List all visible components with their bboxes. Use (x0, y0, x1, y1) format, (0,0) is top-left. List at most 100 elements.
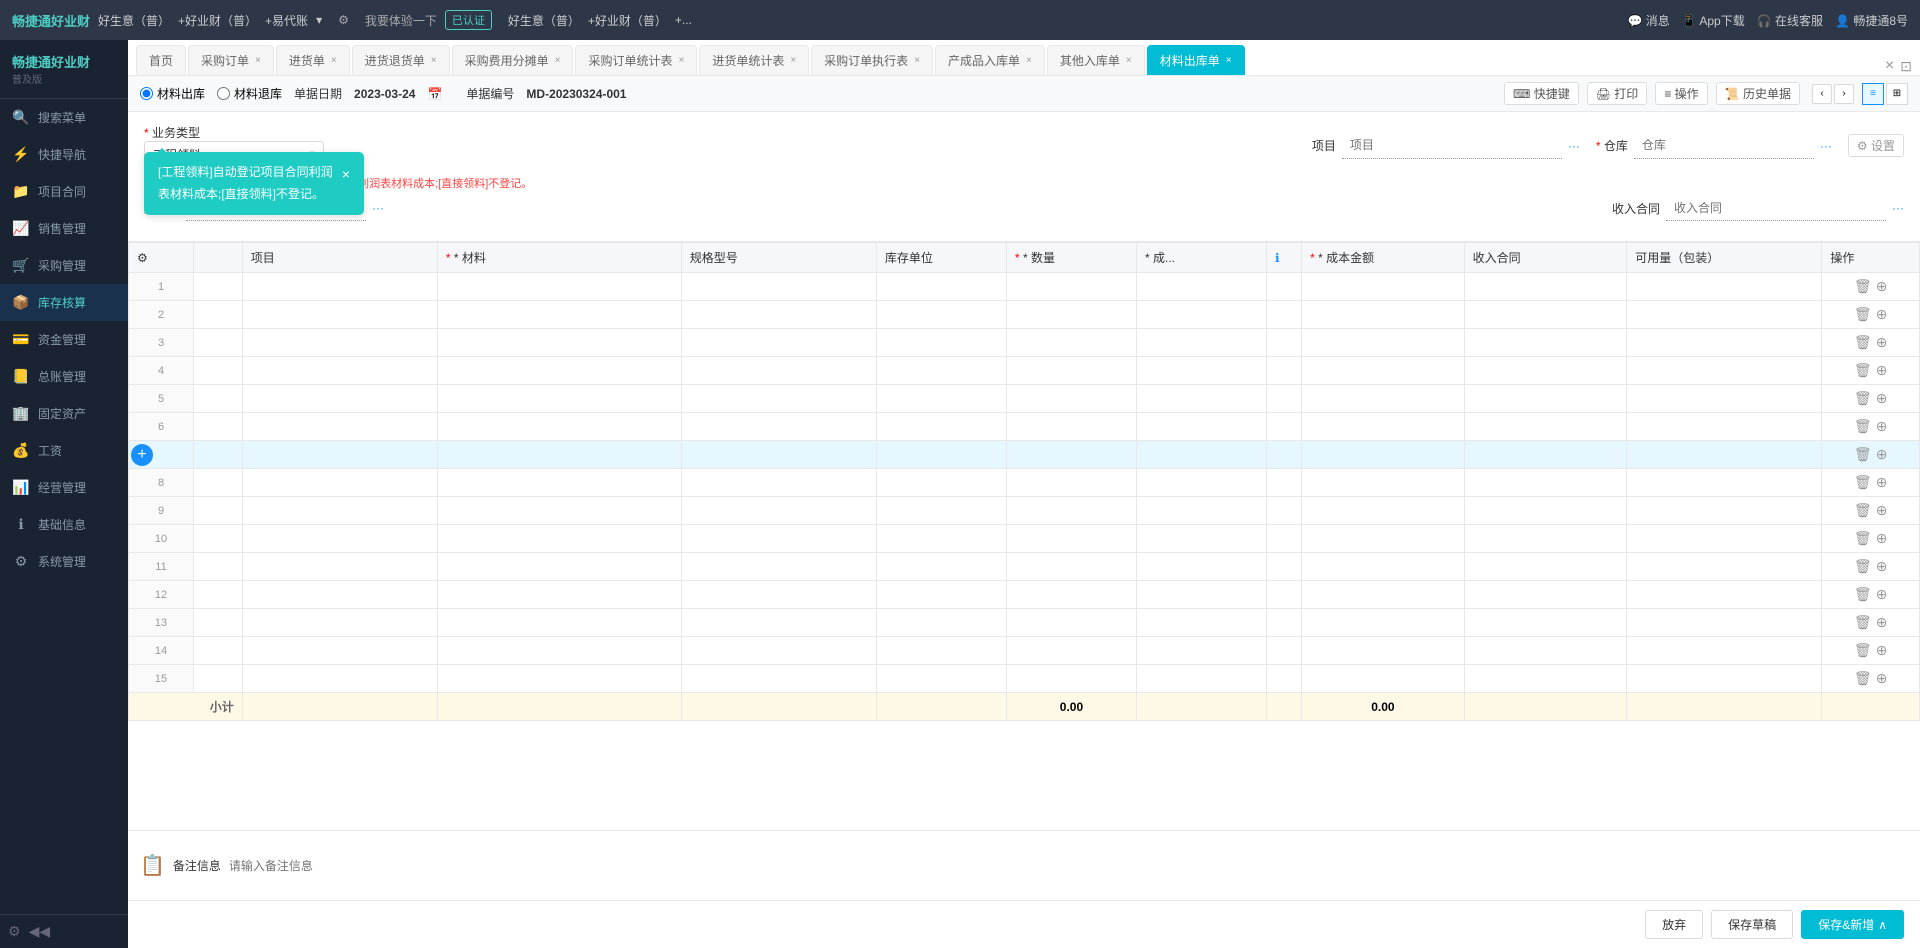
tab-product-in[interactable]: 产成品入库单 × (935, 45, 1045, 75)
project-cell[interactable] (242, 665, 437, 693)
copy-row-btn[interactable]: ⊕ (1876, 558, 1888, 575)
tab-close-other-in[interactable]: × (1126, 55, 1132, 66)
delete-row-btn[interactable]: 🗑 (1854, 670, 1872, 687)
cost-cell[interactable] (1136, 413, 1266, 441)
sidebar-settings-btn[interactable]: ⚙ (8, 923, 21, 940)
tab-purchase-order[interactable]: 采购订单 × (188, 45, 274, 75)
project-cell[interactable] (242, 637, 437, 665)
available-cell[interactable] (1627, 385, 1822, 413)
contract-cell-active[interactable] (1464, 441, 1627, 469)
operations-btn[interactable]: ≡ 操作 (1655, 82, 1707, 105)
tab-close-purchase-order[interactable]: × (255, 55, 261, 66)
costamt-cell[interactable] (1302, 413, 1465, 441)
delete-row-btn[interactable]: 🗑 (1854, 642, 1872, 659)
sidebar-item-search[interactable]: 🔍 搜索菜单 (0, 99, 128, 136)
abandon-btn[interactable]: 放弃 (1645, 910, 1703, 939)
spec-cell-active[interactable] (681, 441, 876, 469)
tab-purchase-expense[interactable]: 采购费用分摊单 × (452, 45, 574, 75)
sidebar-collapse-btn[interactable]: ◀◀ (29, 923, 51, 940)
tab-close-purchase-exec[interactable]: × (914, 55, 920, 66)
tab-close-material-out[interactable]: × (1226, 55, 1232, 66)
project-cell[interactable] (242, 497, 437, 525)
online-service-btn[interactable]: 🎧 在线客服 (1757, 12, 1823, 29)
delete-row-btn[interactable]: 🗑 (1854, 474, 1872, 491)
unit-cell-active[interactable] (876, 441, 1006, 469)
save-draft-btn[interactable]: 保存草稿 (1711, 910, 1793, 939)
project-cell-active[interactable] (242, 441, 437, 469)
note-input[interactable] (229, 859, 1908, 873)
income-contract-input[interactable] (1666, 195, 1886, 221)
tab-incoming-stat[interactable]: 进货单统计表 × (699, 45, 809, 75)
close-window-btn[interactable]: × (1885, 57, 1894, 75)
project-cell[interactable] (242, 329, 437, 357)
project-more-btn[interactable]: ··· (1568, 139, 1580, 153)
project-cell-input[interactable] (243, 441, 437, 468)
save-new-btn[interactable]: 保存&新增 ∧ (1801, 910, 1904, 939)
tab-close-purchase-stat[interactable]: × (678, 55, 684, 66)
copy-row-btn[interactable]: ⊕ (1876, 334, 1888, 351)
sidebar-item-payroll[interactable]: 💰 工资 (0, 432, 128, 469)
window-control-btn[interactable]: ⊡ (1900, 58, 1912, 75)
tab-home[interactable]: 首页 (136, 45, 186, 75)
material-cell[interactable] (437, 525, 681, 553)
add-row-btn[interactable]: + (131, 444, 153, 466)
delete-row-btn[interactable]: 🗑 (1854, 418, 1872, 435)
spec-cell[interactable] (681, 357, 876, 385)
delete-row-btn[interactable]: 🗑 (1854, 390, 1872, 407)
costamt-cell[interactable] (1302, 301, 1465, 329)
income-contract-more-btn[interactable]: ··· (1892, 201, 1904, 215)
radio-material-return-input[interactable] (217, 87, 230, 100)
qty-cell[interactable] (1006, 413, 1136, 441)
tab-close-purchase-expense[interactable]: × (555, 55, 561, 66)
cost-cell[interactable] (1136, 329, 1266, 357)
delete-row-btn[interactable]: 🗑 (1854, 334, 1872, 351)
copy-row-btn[interactable]: ⊕ (1876, 474, 1888, 491)
copy-row-btn[interactable]: ⊕ (1876, 642, 1888, 659)
delete-row-btn[interactable]: 🗑 (1854, 502, 1872, 519)
app-download-btn[interactable]: 📱 App下载 (1682, 12, 1745, 29)
radio-material-return[interactable]: 材料退库 (217, 85, 282, 102)
qty-cell[interactable] (1006, 385, 1136, 413)
material-cell-active[interactable] (437, 441, 681, 469)
material-cell[interactable] (437, 581, 681, 609)
available-cell[interactable] (1627, 329, 1822, 357)
material-cell[interactable] (437, 413, 681, 441)
available-cell-active[interactable] (1627, 441, 1822, 469)
calendar-icon[interactable]: 📅 (427, 87, 442, 101)
print-btn[interactable]: 🖨 打印 (1587, 82, 1648, 105)
copy-row-btn[interactable]: ⊕ (1876, 278, 1888, 295)
sidebar-item-shortcut[interactable]: ⚡ 快捷导航 (0, 136, 128, 173)
project-cell[interactable] (242, 301, 437, 329)
tab-other-in[interactable]: 其他入库单 × (1047, 45, 1145, 75)
spec-cell[interactable] (681, 301, 876, 329)
material-cell[interactable] (437, 637, 681, 665)
top-nav-item-2[interactable]: +好业财（普） (178, 12, 257, 29)
copy-row-btn[interactable]: ⊕ (1876, 362, 1888, 379)
tab-close-incoming-return[interactable]: × (431, 55, 437, 66)
cost-cell[interactable] (1136, 301, 1266, 329)
delete-row-btn[interactable]: 🗑 (1854, 614, 1872, 631)
copy-row-btn[interactable]: ⊕ (1876, 670, 1888, 687)
nav-prev-btn[interactable]: ‹ (1812, 84, 1832, 104)
qty-cell[interactable] (1006, 357, 1136, 385)
tab-purchase-stat[interactable]: 采购订单统计表 × (575, 45, 697, 75)
nav-next-btn[interactable]: › (1834, 84, 1854, 104)
top-nav-item-1[interactable]: 好生意（普） (98, 12, 170, 29)
material-cell[interactable] (437, 553, 681, 581)
tooltip-close-btn[interactable]: × (342, 162, 350, 187)
project-cell[interactable] (242, 553, 437, 581)
costamt-cell[interactable] (1302, 273, 1465, 301)
copy-row-btn[interactable]: ⊕ (1876, 390, 1888, 407)
unit-cell[interactable] (876, 273, 1006, 301)
delete-row-btn[interactable]: 🗑 (1854, 362, 1872, 379)
project-cell[interactable] (242, 385, 437, 413)
copy-row-btn[interactable]: ⊕ (1876, 418, 1888, 435)
qty-cell-active[interactable] (1006, 441, 1136, 469)
project-cell[interactable] (242, 357, 437, 385)
material-cell[interactable] (437, 329, 681, 357)
material-cell-input[interactable] (438, 441, 681, 468)
view-grid-btn[interactable]: ⊞ (1886, 83, 1908, 105)
cost-cell[interactable] (1136, 357, 1266, 385)
unit-cell[interactable] (876, 413, 1006, 441)
handler-more-btn[interactable]: ··· (372, 201, 384, 215)
